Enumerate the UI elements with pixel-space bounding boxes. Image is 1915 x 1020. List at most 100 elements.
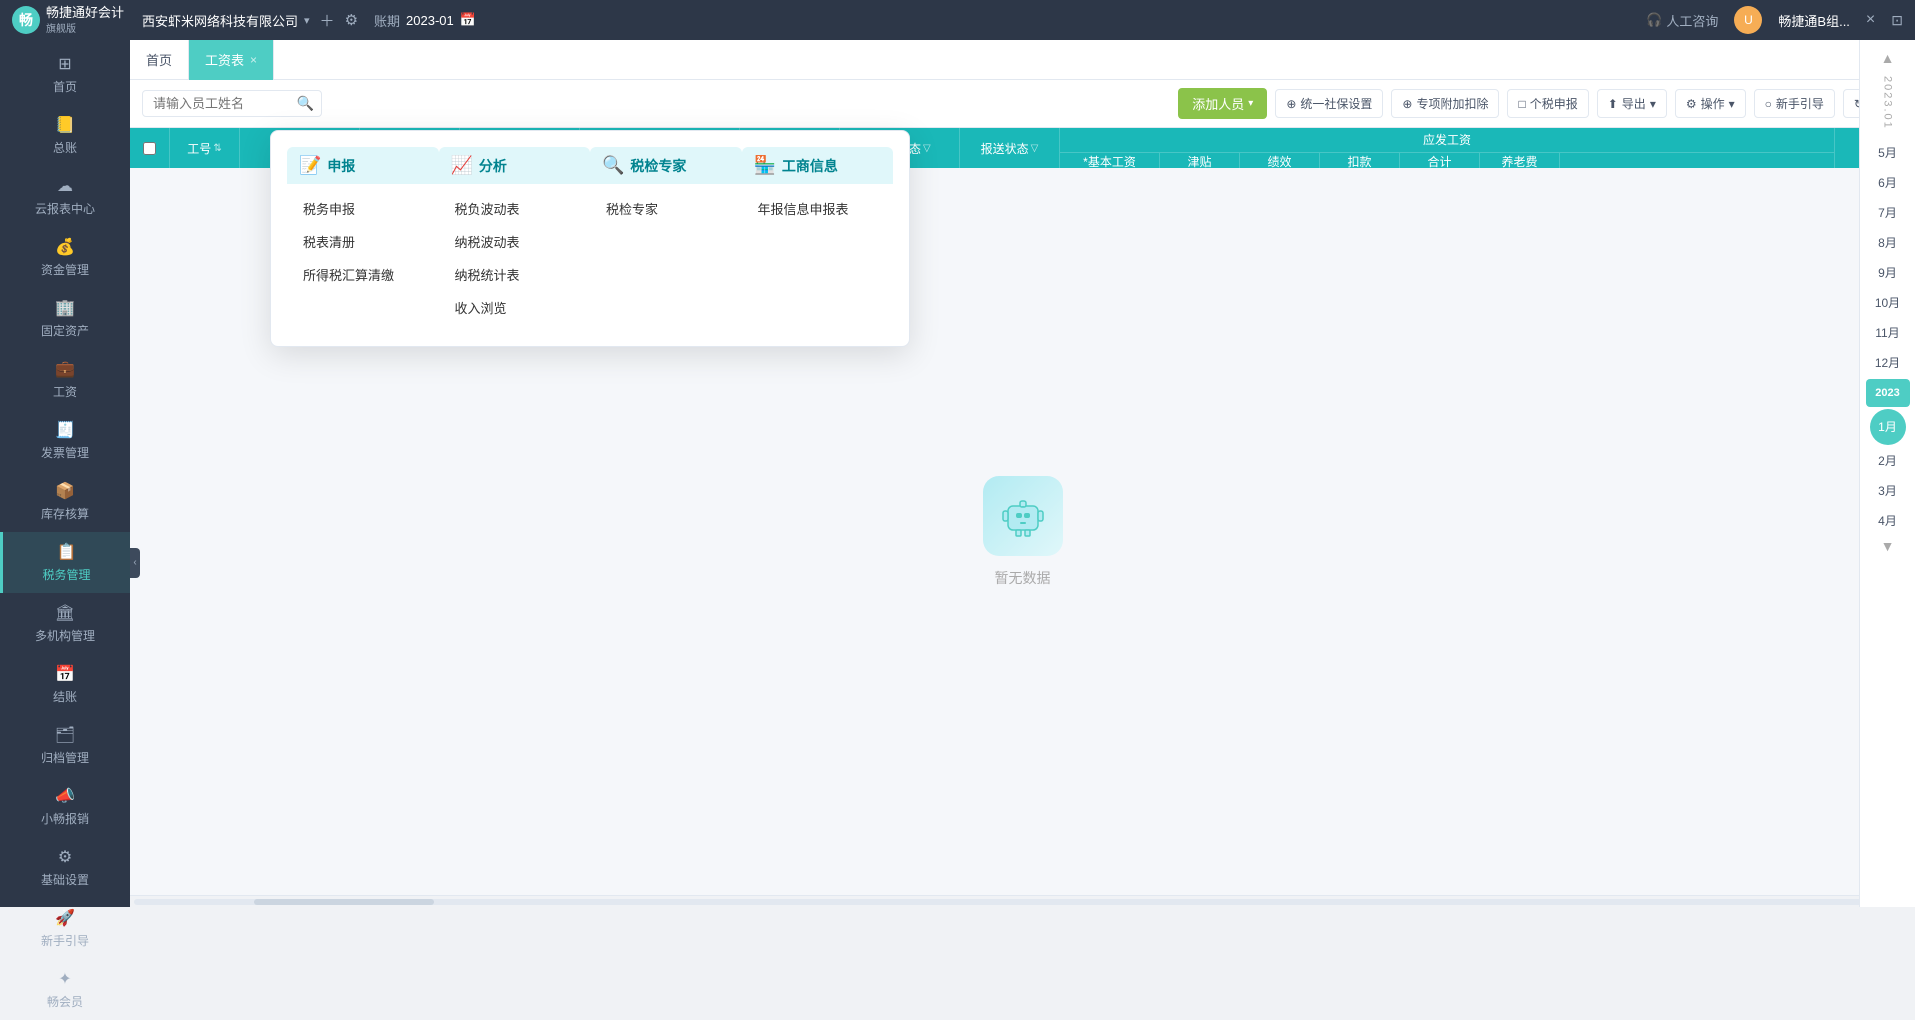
operation-label: 操作 bbox=[1701, 95, 1725, 112]
member-icon: ✦ bbox=[58, 969, 71, 989]
th-num-label: 工号 bbox=[187, 140, 211, 157]
top-bar-icons: ＋ ⚙ bbox=[320, 10, 358, 31]
home-icon: ⊞ bbox=[58, 54, 71, 74]
th-total: 合计 bbox=[1400, 153, 1480, 170]
operation-icon: ⚙ bbox=[1686, 97, 1697, 111]
date-month-1[interactable]: 1月 bbox=[1870, 409, 1906, 445]
dropdown-item-tax-declaration[interactable]: 税务申报 bbox=[287, 192, 439, 225]
sidebar-item-xiaochang[interactable]: 📣 小畅报销 bbox=[0, 776, 130, 837]
sidebar-item-label: 畅会员 bbox=[47, 993, 83, 1010]
report-icon: ☁ bbox=[57, 176, 73, 196]
date-month-5[interactable]: 5月 bbox=[1868, 139, 1908, 167]
archive-icon: 🗂 bbox=[55, 725, 75, 745]
date-month-4[interactable]: 4月 bbox=[1868, 507, 1908, 535]
bottom-scrollbar[interactable] bbox=[130, 895, 1915, 907]
tab-close-icon[interactable]: × bbox=[250, 53, 257, 67]
sidebar-item-report[interactable]: ☁ 云报表中心 bbox=[0, 166, 130, 227]
sidebar-item-settings[interactable]: ⚙ 基础设置 bbox=[0, 837, 130, 898]
service-button[interactable]: 🎧 人工咨询 bbox=[1646, 11, 1718, 30]
guide-circle-icon: ○ bbox=[1765, 97, 1772, 111]
multi-org-icon: 🏛 bbox=[55, 603, 75, 623]
calendar-icon[interactable]: 📅 bbox=[460, 12, 476, 28]
date-month-2[interactable]: 2月 bbox=[1868, 447, 1908, 475]
settings-icon[interactable]: ⚙ bbox=[345, 11, 358, 29]
search-icon: 🔍 bbox=[297, 95, 314, 112]
dropdown-item-tax-check[interactable]: 税检专家 bbox=[590, 192, 742, 225]
tab-home[interactable]: 首页 bbox=[130, 40, 189, 80]
add-person-button[interactable]: 添加人员 ▾ bbox=[1178, 88, 1267, 119]
date-scroll-down[interactable]: ▼ bbox=[1870, 536, 1906, 556]
period-label: 账期 bbox=[374, 11, 400, 30]
sidebar-item-archive[interactable]: 🗂 归档管理 bbox=[0, 715, 130, 776]
special-deduction-btn[interactable]: ⊕ 专项附加扣除 bbox=[1391, 89, 1499, 118]
dropdown-item-tax-table[interactable]: 税表清册 bbox=[287, 225, 439, 258]
date-month-6[interactable]: 6月 bbox=[1868, 169, 1908, 197]
date-month-9[interactable]: 9月 bbox=[1868, 259, 1908, 287]
date-month-7[interactable]: 7月 bbox=[1868, 199, 1908, 227]
special-icon: ⊕ bbox=[1402, 97, 1412, 111]
service-label: 人工咨询 bbox=[1666, 11, 1718, 30]
date-month-10[interactable]: 10月 bbox=[1868, 289, 1908, 317]
sidebar-item-label: 税务管理 bbox=[42, 566, 90, 583]
sidebar-item-salary[interactable]: 💼 工资 bbox=[0, 349, 130, 410]
sidebar-item-invoice[interactable]: 🧾 发票管理 bbox=[0, 410, 130, 471]
export-btn[interactable]: ⬆ 导出 ▾ bbox=[1597, 89, 1667, 118]
restore-window-icon[interactable]: ⊡ bbox=[1891, 12, 1903, 29]
date-scroll-up[interactable]: ▲ bbox=[1870, 48, 1906, 68]
scroll-thumb[interactable] bbox=[254, 899, 434, 905]
select-all-checkbox[interactable] bbox=[143, 142, 156, 155]
biz-info-title: 工商信息 bbox=[782, 156, 838, 176]
date-month-3[interactable]: 3月 bbox=[1868, 477, 1908, 505]
sidebar-item-label: 工资 bbox=[53, 383, 77, 400]
date-month-8[interactable]: 8月 bbox=[1868, 229, 1908, 257]
dropdown-col-declaration: 📝 申报 税务申报 税表清册 所得税汇算清缴 bbox=[287, 147, 439, 330]
sidebar-item-member[interactable]: ✦ 畅会员 bbox=[0, 959, 130, 1020]
tax-return-btn[interactable]: □ 个税申报 bbox=[1507, 89, 1588, 118]
date-month-12[interactable]: 12月 bbox=[1868, 349, 1908, 377]
dropdown-item-annual-report[interactable]: 年报信息申报表 bbox=[742, 192, 894, 225]
sidebar-expand-btn[interactable]: ‹ bbox=[130, 548, 140, 578]
operation-btn[interactable]: ⚙ 操作 ▾ bbox=[1675, 89, 1746, 118]
tab-salary-table[interactable]: 工资表 × bbox=[189, 40, 274, 80]
filter-icon[interactable]: ▽ bbox=[923, 143, 931, 154]
sidebar-item-asset[interactable]: 🏢 固定资产 bbox=[0, 288, 130, 349]
main-content: 首页 工资表 × 🔍 添加人员 ▾ ⊕ 统一社保设置 bbox=[130, 40, 1915, 907]
sidebar-item-label: 总账 bbox=[53, 139, 77, 156]
sidebar-item-close[interactable]: 📅 结账 bbox=[0, 654, 130, 715]
guide-btn[interactable]: ○ 新手引导 bbox=[1754, 89, 1835, 118]
th-basic: *基本工资 bbox=[1060, 153, 1160, 170]
sidebar-item-fund[interactable]: 💰 资金管理 bbox=[0, 227, 130, 288]
filter-icon[interactable]: ▽ bbox=[1031, 143, 1039, 154]
sidebar-item-label: 多机构管理 bbox=[35, 627, 95, 644]
dropdown-item-tax-burden[interactable]: 税负波动表 bbox=[439, 192, 591, 225]
tax-icon: 📋 bbox=[57, 542, 77, 562]
dropdown-item-income-browse[interactable]: 收入浏览 bbox=[439, 291, 591, 324]
date-month-11[interactable]: 11月 bbox=[1868, 319, 1908, 347]
app-logo: 畅 畅捷通好会计 旗舰版 bbox=[12, 5, 142, 36]
sidebar-item-ledger[interactable]: 📒 总账 bbox=[0, 105, 130, 166]
sidebar-item-guide[interactable]: 🚀 新手引导 bbox=[0, 898, 130, 959]
close-window-icon[interactable]: × bbox=[1866, 11, 1875, 29]
sidebar-item-multi-org[interactable]: 🏛 多机构管理 bbox=[0, 593, 130, 654]
tax-expert-title: 税检专家 bbox=[630, 156, 686, 176]
sidebar-item-tax[interactable]: 📋 税务管理 ‹ bbox=[0, 532, 130, 593]
dropdown-item-tax-payment[interactable]: 纳税波动表 bbox=[439, 225, 591, 258]
app-name: 畅捷通好会计 bbox=[46, 5, 124, 21]
dropdown-item-income-tax[interactable]: 所得税汇算清缴 bbox=[287, 258, 439, 291]
dropdown-item-tax-stats[interactable]: 纳税统计表 bbox=[439, 258, 591, 291]
user-name[interactable]: 畅捷通B组... bbox=[1778, 11, 1850, 30]
asset-icon: 🏢 bbox=[55, 298, 75, 318]
sidebar-item-label: 固定资产 bbox=[41, 322, 89, 339]
sidebar-item-home[interactable]: ⊞ 首页 bbox=[0, 44, 130, 105]
dropdown-col-items-tax-expert: 税检专家 bbox=[590, 186, 742, 231]
sidebar-item-label: 结账 bbox=[53, 688, 77, 705]
add-icon[interactable]: ＋ bbox=[320, 10, 335, 31]
dropdown-col-items-declaration: 税务申报 税表清册 所得税汇算清缴 bbox=[287, 186, 439, 297]
sidebar-item-label: 新手引导 bbox=[41, 932, 89, 949]
social-insurance-btn[interactable]: ⊕ 统一社保设置 bbox=[1275, 89, 1383, 118]
empty-robot-icon bbox=[983, 476, 1063, 556]
company-selector[interactable]: 西安虾米网络科技有限公司 ▾ bbox=[142, 11, 310, 30]
search-input[interactable] bbox=[142, 90, 322, 117]
declaration-title: 申报 bbox=[327, 156, 355, 176]
sidebar-item-inventory[interactable]: 📦 库存核算 bbox=[0, 471, 130, 532]
